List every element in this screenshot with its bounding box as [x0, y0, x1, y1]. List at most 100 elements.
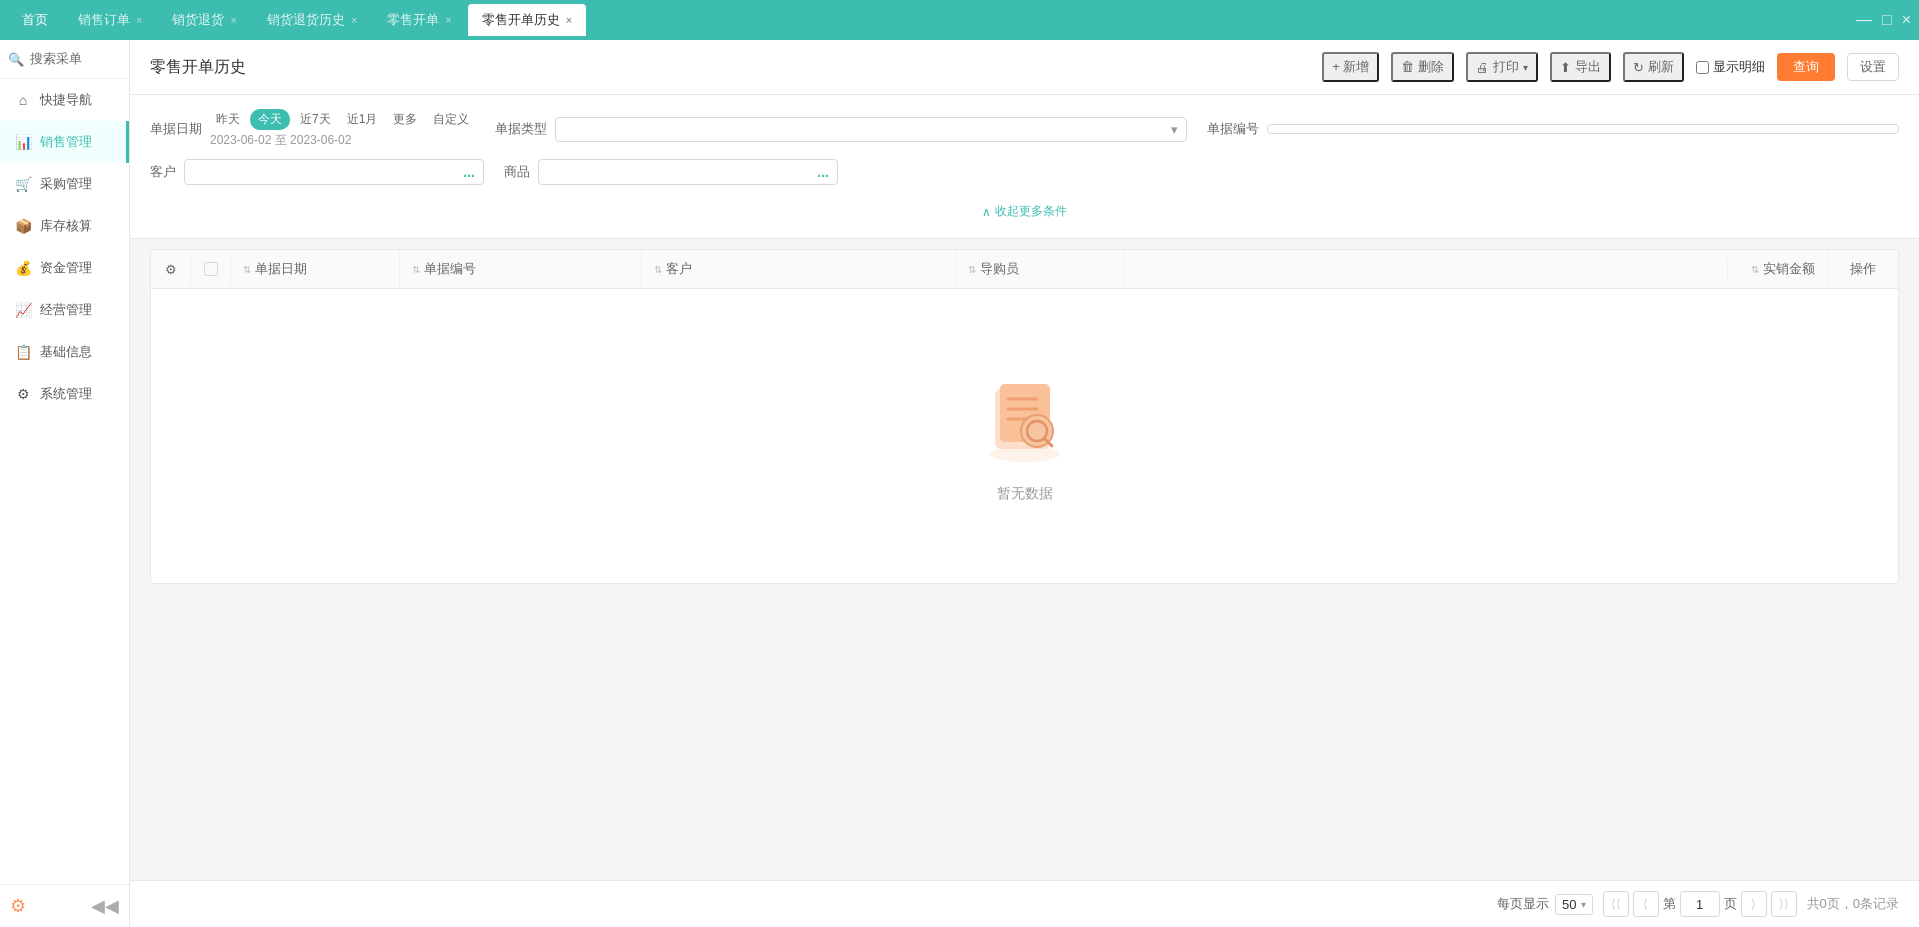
last-page-button[interactable]: ⟩⟩	[1771, 891, 1797, 917]
last7days-btn[interactable]: 近7天	[294, 109, 337, 130]
table-col-middle	[1125, 259, 1728, 279]
product-filter-item: 商品 ...	[504, 159, 838, 185]
tab-sales-order-close[interactable]: ×	[136, 14, 142, 26]
sidebar-item-quick-nav[interactable]: ⌂ 快捷导航	[0, 79, 129, 121]
filter-row-1: 单据日期 昨天 今天 近7天 近1月 更多 自定义 2023-06-02 至 2…	[150, 109, 1899, 149]
prev-page-button[interactable]: ⟨	[1633, 891, 1659, 917]
empty-text: 暂无数据	[997, 485, 1053, 503]
yesterday-btn[interactable]: 昨天	[210, 109, 246, 130]
empty-state: 暂无数据	[151, 289, 1898, 583]
sidebar-item-inventory[interactable]: 📦 库存核算	[0, 205, 129, 247]
table-col-ops: 操作	[1828, 250, 1898, 288]
collapse-sidebar-button[interactable]: ◀◀	[91, 895, 119, 917]
sidebar-nav: ⌂ 快捷导航 📊 销售管理 🛒 采购管理 📦 库存核算 💰 资金管理 📈	[0, 79, 129, 884]
table-col-settings[interactable]: ⚙	[151, 252, 191, 287]
sort-guide-icon[interactable]: ⇅	[968, 264, 976, 275]
refresh-icon: ↻	[1633, 60, 1644, 75]
pagination-bar: 每页显示 50 ▾ ⟨⟨ ⟨ 第 页 ⟩ ⟩⟩ 共0页，0条记录	[130, 880, 1919, 927]
nav-label-quick-nav: 快捷导航	[40, 91, 92, 109]
minimize-button[interactable]: —	[1856, 11, 1872, 29]
settings-gear-icon[interactable]: ⚙	[10, 895, 26, 917]
tab-sales-return-history[interactable]: 销货退货历史 ×	[253, 4, 371, 36]
sidebar-item-purchase[interactable]: 🛒 采购管理	[0, 163, 129, 205]
tab-sales-order[interactable]: 销售订单 ×	[64, 4, 156, 36]
settings-button[interactable]: 设置	[1847, 53, 1899, 81]
collapse-row: ∧ 收起更多条件	[150, 195, 1899, 228]
product-input[interactable]: ...	[538, 159, 838, 185]
operations-icon: 📈	[14, 302, 32, 318]
tab-sales-return-close[interactable]: ×	[230, 14, 236, 26]
col-settings-icon[interactable]: ⚙	[165, 262, 177, 277]
sidebar-item-system[interactable]: ⚙ 系统管理	[0, 373, 129, 415]
query-button[interactable]: 查询	[1777, 53, 1835, 81]
table-col-checkbox[interactable]	[191, 252, 231, 286]
delete-button[interactable]: 🗑 删除	[1391, 52, 1454, 82]
display-detail-label: 显示明细	[1713, 58, 1765, 76]
tab-retail-open[interactable]: 零售开单 ×	[373, 4, 465, 36]
toolbar: + 新增 🗑 删除 🖨 打印 ▾ ⬆ 导出 ↻ 刷新 显示明细	[1322, 52, 1899, 82]
search-icon: 🔍	[8, 52, 24, 67]
sort-date-icon[interactable]: ⇅	[243, 264, 251, 275]
customer-select-icon[interactable]: ...	[463, 164, 475, 180]
customer-input[interactable]: ...	[184, 159, 484, 185]
table-area: ⚙ ⇅ 单据日期 ⇅ 单据编号 ⇅ 客户	[130, 239, 1919, 880]
nav-label-inventory: 库存核算	[40, 217, 92, 235]
refresh-button[interactable]: ↻ 刷新	[1623, 52, 1684, 82]
page-number-input[interactable]	[1680, 891, 1720, 917]
table-col-amount: ⇅ 实销金额	[1728, 250, 1828, 288]
more-btn[interactable]: 更多	[387, 109, 423, 130]
sort-customer-icon[interactable]: ⇅	[654, 264, 662, 275]
collapse-button[interactable]: ∧ 收起更多条件	[974, 199, 1075, 224]
print-button[interactable]: 🖨 打印 ▾	[1466, 52, 1538, 82]
table-col-customer: ⇅ 客户	[642, 250, 956, 288]
empty-icon	[975, 369, 1075, 469]
order-no-input[interactable]	[1267, 124, 1899, 134]
per-page-selector: 每页显示 50 ▾	[1497, 894, 1592, 915]
sort-amount-icon[interactable]: ⇅	[1751, 264, 1759, 275]
filter-row-2: 客户 ... 商品 ...	[150, 159, 1899, 185]
product-label: 商品	[504, 163, 530, 181]
tab-retail-open-history-close[interactable]: ×	[566, 14, 572, 26]
tab-home[interactable]: 首页	[8, 4, 62, 36]
print-dropdown-icon[interactable]: ▾	[1523, 62, 1528, 73]
last-month-btn[interactable]: 近1月	[341, 109, 384, 130]
per-page-dropdown-icon: ▾	[1581, 899, 1586, 910]
sidebar-item-sales[interactable]: 📊 销售管理	[0, 121, 129, 163]
product-select-icon[interactable]: ...	[817, 164, 829, 180]
select-all-checkbox[interactable]	[204, 262, 218, 276]
close-button[interactable]: ×	[1902, 11, 1911, 29]
export-button[interactable]: ⬆ 导出	[1550, 52, 1611, 82]
sidebar-bottom: ⚙ ◀◀	[0, 884, 129, 927]
sidebar-search[interactable]: 🔍 搜索采单	[0, 40, 129, 79]
tab-sales-return-history-close[interactable]: ×	[351, 14, 357, 26]
order-type-select[interactable]: ▾	[555, 117, 1187, 142]
date-filter-item: 单据日期 昨天 今天 近7天 近1月 更多 自定义 2023-06-02 至 2…	[150, 109, 475, 149]
first-page-button[interactable]: ⟨⟨	[1603, 891, 1629, 917]
sales-icon: 📊	[14, 134, 32, 150]
content-area: 零售开单历史 + 新增 🗑 删除 🖨 打印 ▾ ⬆ 导出 ↻ 刷新	[130, 40, 1919, 927]
sidebar-item-finance[interactable]: 💰 资金管理	[0, 247, 129, 289]
sidebar-item-operations[interactable]: 📈 经营管理	[0, 289, 129, 331]
table-col-date: ⇅ 单据日期	[231, 250, 400, 288]
nav-label-basic-info: 基础信息	[40, 343, 92, 361]
sidebar-item-basic-info[interactable]: 📋 基础信息	[0, 331, 129, 373]
order-type-label: 单据类型	[495, 120, 547, 138]
customer-label: 客户	[150, 163, 176, 181]
today-btn[interactable]: 今天	[250, 109, 290, 130]
next-page-button[interactable]: ⟩	[1741, 891, 1767, 917]
tab-retail-open-close[interactable]: ×	[445, 14, 451, 26]
tab-sales-return[interactable]: 销货退货 ×	[158, 4, 250, 36]
customer-filter-item: 客户 ...	[150, 159, 484, 185]
page-title: 零售开单历史	[150, 57, 246, 78]
sort-order-no-icon[interactable]: ⇅	[412, 264, 420, 275]
purchase-icon: 🛒	[14, 176, 32, 192]
per-page-select[interactable]: 50 ▾	[1555, 894, 1592, 915]
display-detail-checkbox[interactable]	[1696, 61, 1709, 74]
maximize-button[interactable]: □	[1882, 11, 1892, 29]
tab-retail-open-history[interactable]: 零售开单历史 ×	[468, 4, 586, 36]
add-button[interactable]: + 新增	[1322, 52, 1379, 82]
display-detail-checkbox-label[interactable]: 显示明细	[1696, 58, 1765, 76]
order-no-label: 单据编号	[1207, 120, 1259, 138]
custom-btn[interactable]: 自定义	[427, 109, 475, 130]
export-icon: ⬆	[1560, 60, 1571, 75]
